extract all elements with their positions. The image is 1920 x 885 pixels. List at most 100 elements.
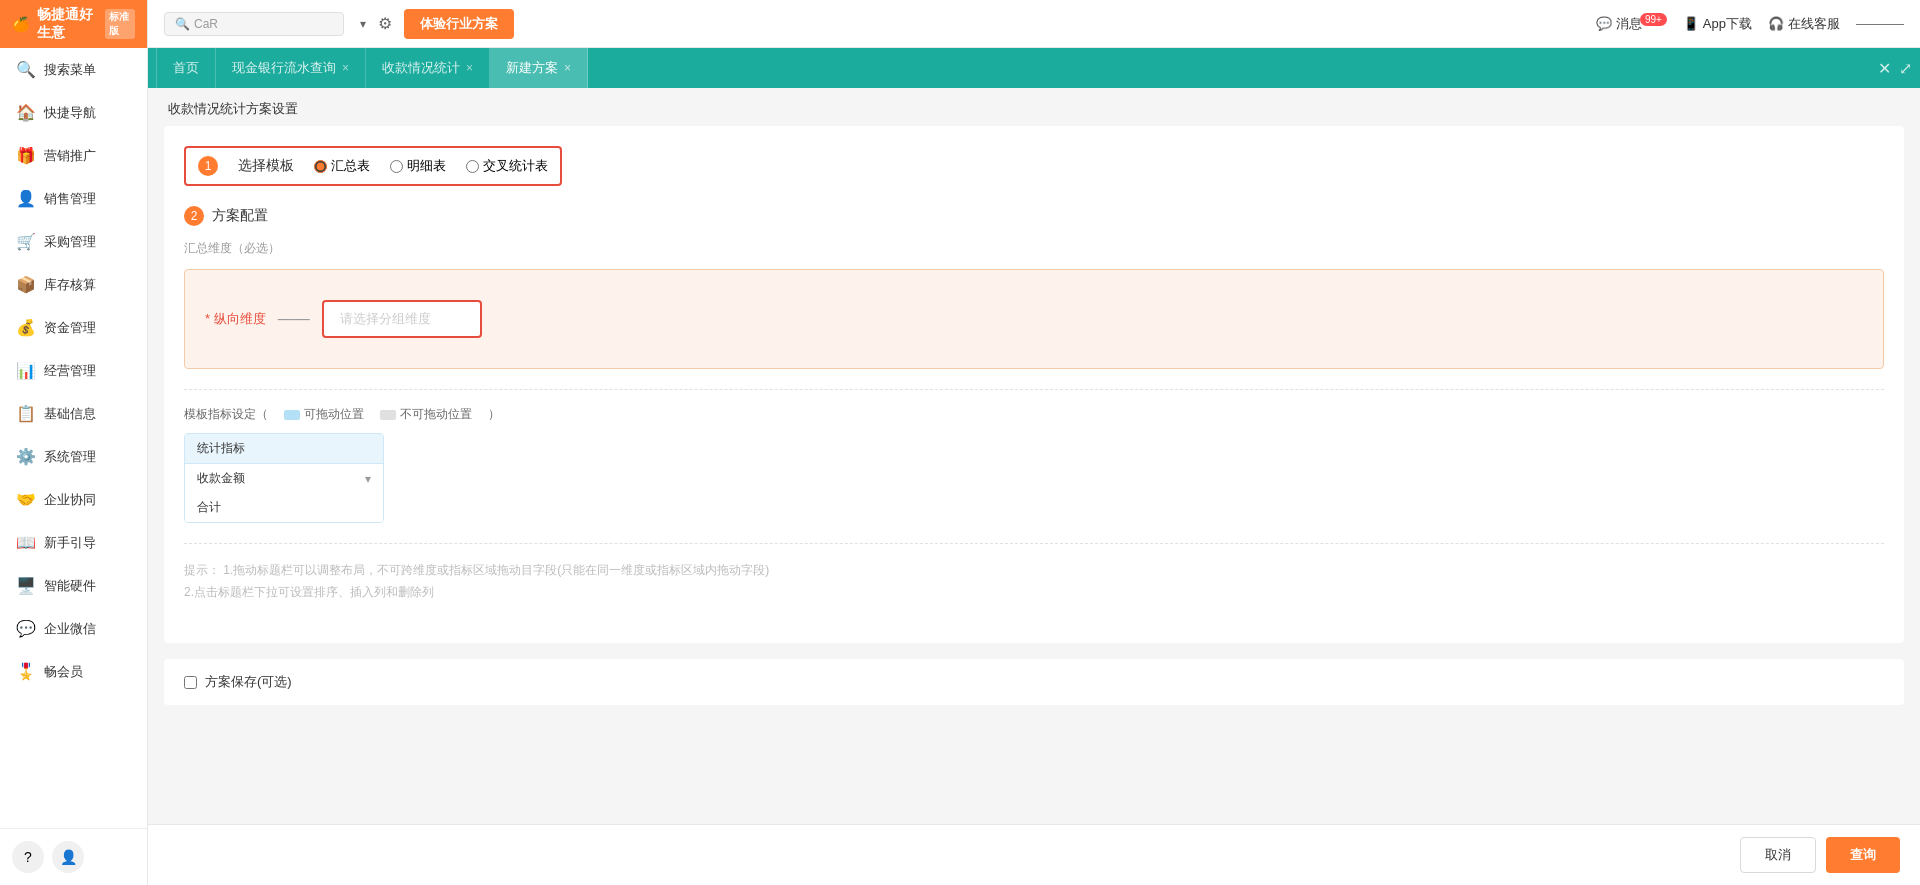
breadcrumb: 收款情况统计方案设置 <box>168 101 298 116</box>
sidebar-item-system[interactable]: ⚙️ 系统管理 <box>0 435 147 478</box>
radio-cross-label: 交叉统计表 <box>483 157 548 175</box>
radio-detail-input[interactable] <box>390 160 403 173</box>
query-button[interactable]: 查询 <box>1826 837 1900 873</box>
sidebar-item-hardware[interactable]: 🖥️智能硬件 <box>0 564 147 607</box>
metric-name: 合计 <box>197 499 221 516</box>
support-item[interactable]: 🎧 在线客服 <box>1768 15 1840 33</box>
tab-close-btn[interactable]: × <box>466 61 473 75</box>
sidebar-user-icon[interactable]: 👤 <box>52 841 84 873</box>
step1-title: 选择模板 <box>238 157 294 175</box>
radio-cross-input[interactable] <box>466 160 479 173</box>
legend-draggable: 可拖动位置 <box>284 406 364 423</box>
trial-button[interactable]: 体验行业方案 <box>404 9 514 39</box>
step2-badge: 2 <box>184 206 204 226</box>
sidebar-label-wechat: 企业微信 <box>44 620 96 638</box>
metrics-rows: 收款金额 ▾ 合计 <box>185 464 383 522</box>
stats-title: 统计指标 <box>197 441 245 455</box>
sidebar-item-search-menu[interactable]: 🔍 搜索菜单 <box>0 48 147 91</box>
sidebar-icon-guide: 📖 <box>16 533 36 552</box>
step1-header: 1 选择模板 汇总表 明细表 交叉统计表 <box>184 146 1884 186</box>
metric-name: 收款金额 <box>197 470 245 487</box>
tab-actions: ✕ ⤢ <box>1878 59 1912 78</box>
sidebar-label-purchase: 采购管理 <box>44 233 96 251</box>
tabs-container: 首页现金银行流水查询×收款情况统计×新建方案× <box>156 48 1878 88</box>
sidebar: 🍊 畅捷通好生意 标准版 🔍 搜索菜单 🏠快捷导航🎁营销推广 👤 销售管理 🛒 采购管理 📦库… <box>0 0 148 885</box>
dimension-title: 汇总维度（必选） <box>184 240 1884 257</box>
step2-title: 方案配置 <box>212 207 268 225</box>
tab-新建方案[interactable]: 新建方案× <box>490 48 588 88</box>
sidebar-item-wechat[interactable]: 💬 企业微信 <box>0 607 147 650</box>
radio-summary-input[interactable] <box>314 160 327 173</box>
main: 🔍 CaR ▾ ⚙ 体验行业方案 💬 消息 99+ 📱 App下载 🎧 在线客服… <box>148 0 1920 885</box>
tab-收款情况统计[interactable]: 收款情况统计× <box>366 48 490 88</box>
save-checkbox[interactable] <box>184 676 197 689</box>
legend-fixed-color <box>380 410 396 420</box>
download-item[interactable]: 📱 App下载 <box>1683 15 1752 33</box>
tip-line2: 2.点击标题栏下拉可设置排序、插入列和删除列 <box>184 582 1884 604</box>
sidebar-icon-marketing: 🎁 <box>16 146 36 165</box>
sidebar-label-enterprise: 企业协同 <box>44 491 96 509</box>
sidebar-item-quick-nav[interactable]: 🏠快捷导航 <box>0 91 147 134</box>
sidebar-label-basic-info: 基础信息 <box>44 405 96 423</box>
tab-首页[interactable]: 首页 <box>156 48 216 88</box>
sidebar-label-search-menu: 搜索菜单 <box>44 61 96 79</box>
step2-section: 2 方案配置 汇总维度（必选） * 纵向维度 —— 请选择分组维度 <box>184 206 1884 603</box>
sidebar-label-hardware: 智能硬件 <box>44 577 96 595</box>
sidebar-icon-operation: 📊 <box>16 361 36 380</box>
topbar-gear-icon[interactable]: ⚙ <box>378 14 392 33</box>
topbar: 🔍 CaR ▾ ⚙ 体验行业方案 💬 消息 99+ 📱 App下载 🎧 在线客服… <box>148 0 1920 48</box>
sidebar-item-enterprise[interactable]: 🤝企业协同 <box>0 478 147 521</box>
sidebar-label-sales: 销售管理 <box>44 190 96 208</box>
sidebar-item-basic-info[interactable]: 📋 基础信息 <box>0 392 147 435</box>
sidebar-item-purchase[interactable]: 🛒 采购管理 <box>0 220 147 263</box>
radio-cross[interactable]: 交叉统计表 <box>466 157 548 175</box>
topbar-search-box[interactable]: 🔍 CaR <box>164 12 344 36</box>
tab-现金银行流水查询[interactable]: 现金银行流水查询 × <box>216 48 366 88</box>
sidebar-label-member: 畅会员 <box>44 663 83 681</box>
dimension-arrow: —— <box>278 310 310 328</box>
sidebar-item-sales[interactable]: 👤 销售管理 <box>0 177 147 220</box>
dimension-config: 汇总维度（必选） * 纵向维度 —— 请选择分组维度 模板指标设定（ <box>184 240 1884 523</box>
sidebar-item-finance[interactable]: 💰资金管理 <box>0 306 147 349</box>
logo-icon: 🍊 <box>12 16 29 32</box>
sidebar-icon-purchase: 🛒 <box>16 232 36 251</box>
sidebar-item-marketing[interactable]: 🎁营销推广 <box>0 134 147 177</box>
sidebar-icon-sales: 👤 <box>16 189 36 208</box>
notification-item[interactable]: 💬 消息 99+ <box>1596 15 1667 33</box>
logo-text: 畅捷通好生意 <box>37 6 97 42</box>
metric-dropdown-icon[interactable]: ▾ <box>365 472 371 486</box>
username: ———— <box>1856 17 1904 31</box>
sidebar-icon-wechat: 💬 <box>16 619 36 638</box>
step2-header: 2 方案配置 <box>184 206 1884 226</box>
sidebar-logo: 🍊 畅捷通好生意 标准版 <box>0 0 147 48</box>
sidebar-item-operation[interactable]: 📊经营管理 <box>0 349 147 392</box>
legend-draggable-color <box>284 410 300 420</box>
notification-label: 消息 <box>1616 15 1642 33</box>
sidebar-item-member[interactable]: 🎖️畅会员 <box>0 650 147 693</box>
radio-detail[interactable]: 明细表 <box>390 157 446 175</box>
sidebar-icon-basic-info: 📋 <box>16 404 36 423</box>
sidebar-help-icon[interactable]: ? <box>12 841 44 873</box>
support-icon: 🎧 <box>1768 16 1784 31</box>
save-label[interactable]: 方案保存(可选) <box>205 673 292 691</box>
topbar-dropdown[interactable]: ▾ <box>360 17 366 31</box>
sidebar-icon-search-menu: 🔍 <box>16 60 36 79</box>
support-label: 在线客服 <box>1788 15 1840 33</box>
sidebar-bottom: ? 👤 <box>0 828 147 885</box>
tab-close-icon[interactable]: ✕ <box>1878 59 1891 78</box>
metrics-row: 收款金额 ▾ <box>185 464 383 493</box>
tab-expand-icon[interactable]: ⤢ <box>1899 59 1912 78</box>
notification-icon: 💬 <box>1596 16 1612 31</box>
sidebar-label-system: 系统管理 <box>44 448 96 466</box>
dimension-select[interactable]: 请选择分组维度 <box>322 300 482 338</box>
tab-label: 现金银行流水查询 <box>232 59 336 77</box>
tab-close-btn[interactable]: × <box>564 61 571 75</box>
sidebar-item-guide[interactable]: 📖新手引导 <box>0 521 147 564</box>
radio-summary[interactable]: 汇总表 <box>314 157 370 175</box>
sidebar-icon-system: ⚙️ <box>16 447 36 466</box>
tab-close-btn[interactable]: × <box>342 61 349 75</box>
cancel-button[interactable]: 取消 <box>1740 837 1816 873</box>
radio-detail-label: 明细表 <box>407 157 446 175</box>
dimension-row: * 纵向维度 —— 请选择分组维度 <box>205 300 482 338</box>
sidebar-item-inventory[interactable]: 📦库存核算 <box>0 263 147 306</box>
